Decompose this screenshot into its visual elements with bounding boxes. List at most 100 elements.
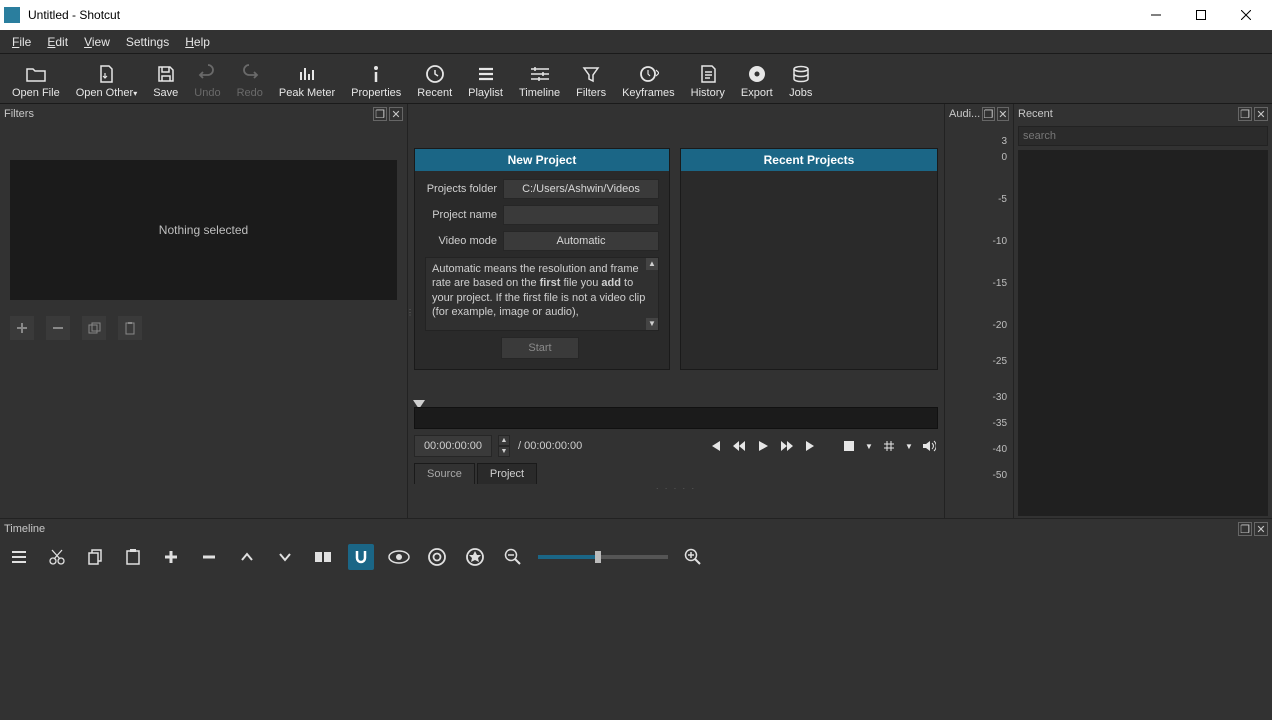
timeline-button[interactable]: Timeline bbox=[511, 61, 568, 101]
recent-projects-title: Recent Projects bbox=[681, 149, 937, 171]
audio-tick: 3 bbox=[1001, 136, 1007, 147]
fast-forward-button[interactable] bbox=[778, 437, 796, 455]
zoom-slider[interactable] bbox=[538, 555, 668, 559]
ripple-all-button[interactable] bbox=[462, 544, 488, 570]
remove-filter-button[interactable] bbox=[46, 316, 70, 340]
properties-button[interactable]: Properties bbox=[343, 61, 409, 101]
tab-project[interactable]: Project bbox=[477, 463, 537, 484]
snap-button[interactable] bbox=[348, 544, 374, 570]
skip-next-button[interactable] bbox=[802, 437, 820, 455]
filters-button[interactable]: Filters bbox=[568, 61, 614, 101]
recent-list[interactable] bbox=[1018, 150, 1268, 516]
jobs-button[interactable]: Jobs bbox=[781, 61, 821, 101]
timeline-tracks-area[interactable] bbox=[0, 575, 1272, 715]
timecode-spinner[interactable]: ▲▼ bbox=[498, 435, 510, 457]
copy-button[interactable] bbox=[82, 544, 108, 570]
menu-settings[interactable]: Settings bbox=[118, 32, 177, 52]
overwrite-button[interactable] bbox=[272, 544, 298, 570]
recent-button[interactable]: Recent bbox=[409, 61, 460, 101]
keyframes-button[interactable]: Keyframes bbox=[614, 61, 683, 101]
recent-panel-header: Recent ❐ ✕ bbox=[1014, 104, 1272, 124]
remove-button[interactable] bbox=[196, 544, 222, 570]
scrub-audio-button[interactable] bbox=[386, 544, 412, 570]
main-area: Filters ❐ ✕ Nothing selected ⋮ New Proje… bbox=[0, 104, 1272, 518]
recent-search-input[interactable]: search bbox=[1018, 126, 1268, 146]
new-project-title: New Project bbox=[415, 149, 669, 171]
panel-close-button[interactable]: ✕ bbox=[997, 107, 1009, 121]
timeline-menu-button[interactable] bbox=[6, 544, 32, 570]
paste-filter-button[interactable] bbox=[118, 316, 142, 340]
skip-previous-button[interactable] bbox=[706, 437, 724, 455]
desc-scroll-down[interactable]: ▼ bbox=[646, 318, 658, 330]
source-project-tabs: Source Project bbox=[408, 463, 944, 484]
recent-projects-card: Recent Projects bbox=[680, 148, 938, 370]
rewind-button[interactable] bbox=[730, 437, 748, 455]
minimize-button[interactable] bbox=[1133, 0, 1178, 30]
zoom-fit-dropdown[interactable]: ▼ bbox=[864, 437, 874, 455]
panel-close-button[interactable]: ✕ bbox=[1254, 107, 1268, 121]
grid-button[interactable] bbox=[880, 437, 898, 455]
ripple-button[interactable] bbox=[424, 544, 450, 570]
center-panel: New Project Projects folder C:/Users/Ash… bbox=[408, 104, 944, 518]
scrub-track[interactable] bbox=[414, 407, 938, 429]
menu-file[interactable]: File bbox=[4, 32, 39, 52]
zoom-out-button[interactable] bbox=[500, 544, 526, 570]
paste-button[interactable] bbox=[120, 544, 146, 570]
grid-dropdown[interactable]: ▼ bbox=[904, 437, 914, 455]
audio-tick: -5 bbox=[998, 194, 1007, 205]
vertical-splitter[interactable]: · · · · · bbox=[408, 484, 944, 492]
funnel-icon bbox=[582, 63, 600, 85]
start-button[interactable]: Start bbox=[501, 337, 579, 359]
undo-icon bbox=[197, 63, 217, 85]
audio-tick: -15 bbox=[993, 278, 1007, 289]
lift-button[interactable] bbox=[234, 544, 260, 570]
menu-edit[interactable]: Edit bbox=[39, 32, 76, 52]
play-button[interactable] bbox=[754, 437, 772, 455]
save-icon bbox=[156, 63, 176, 85]
maximize-button[interactable] bbox=[1178, 0, 1223, 30]
export-button[interactable]: Export bbox=[733, 61, 781, 101]
redo-button[interactable]: Redo bbox=[229, 61, 271, 101]
zoom-in-button[interactable] bbox=[680, 544, 706, 570]
tab-source[interactable]: Source bbox=[414, 463, 475, 484]
project-name-input[interactable] bbox=[503, 205, 659, 225]
add-filter-button[interactable] bbox=[10, 316, 34, 340]
panel-float-button[interactable]: ❐ bbox=[1238, 107, 1252, 121]
open-file-button[interactable]: Open File bbox=[4, 61, 68, 101]
append-button[interactable] bbox=[158, 544, 184, 570]
app-icon bbox=[4, 7, 20, 23]
menu-help[interactable]: Help bbox=[177, 32, 218, 52]
open-other-button[interactable]: Open Other▾ bbox=[68, 61, 146, 101]
info-icon bbox=[367, 63, 385, 85]
titlebar: Untitled - Shotcut bbox=[0, 0, 1272, 30]
panel-close-button[interactable]: ✕ bbox=[1254, 522, 1268, 536]
split-button[interactable] bbox=[310, 544, 336, 570]
panel-close-button[interactable]: ✕ bbox=[389, 107, 403, 121]
recent-panel-title: Recent bbox=[1018, 108, 1053, 120]
undo-button[interactable]: Undo bbox=[186, 61, 228, 101]
zoom-fit-button[interactable] bbox=[840, 437, 858, 455]
audio-panel-title: Audi... bbox=[949, 108, 980, 120]
projects-folder-field[interactable]: C:/Users/Ashwin/Videos bbox=[503, 179, 659, 199]
peak-meter-button[interactable]: Peak Meter bbox=[271, 61, 343, 101]
volume-button[interactable] bbox=[920, 437, 938, 455]
nothing-selected-label: Nothing selected bbox=[159, 223, 248, 237]
copy-filter-button[interactable] bbox=[82, 316, 106, 340]
save-button[interactable]: Save bbox=[145, 61, 186, 101]
history-button[interactable]: History bbox=[683, 61, 733, 101]
close-button[interactable] bbox=[1223, 0, 1268, 30]
audio-tick: -40 bbox=[993, 444, 1007, 455]
timecode-input[interactable]: 00:00:00:00 bbox=[414, 435, 492, 457]
scrub-bar[interactable] bbox=[414, 400, 938, 429]
video-mode-select[interactable]: Automatic bbox=[503, 231, 659, 251]
panel-float-button[interactable]: ❐ bbox=[982, 107, 994, 121]
desc-scroll-up[interactable]: ▲ bbox=[646, 258, 658, 270]
cut-button[interactable] bbox=[44, 544, 70, 570]
project-name-label: Project name bbox=[425, 209, 497, 221]
duration-label: / 00:00:00:00 bbox=[518, 440, 582, 452]
playlist-button[interactable]: Playlist bbox=[460, 61, 511, 101]
redo-icon bbox=[240, 63, 260, 85]
menu-view[interactable]: View bbox=[76, 32, 118, 52]
panel-float-button[interactable]: ❐ bbox=[373, 107, 387, 121]
panel-float-button[interactable]: ❐ bbox=[1238, 522, 1252, 536]
